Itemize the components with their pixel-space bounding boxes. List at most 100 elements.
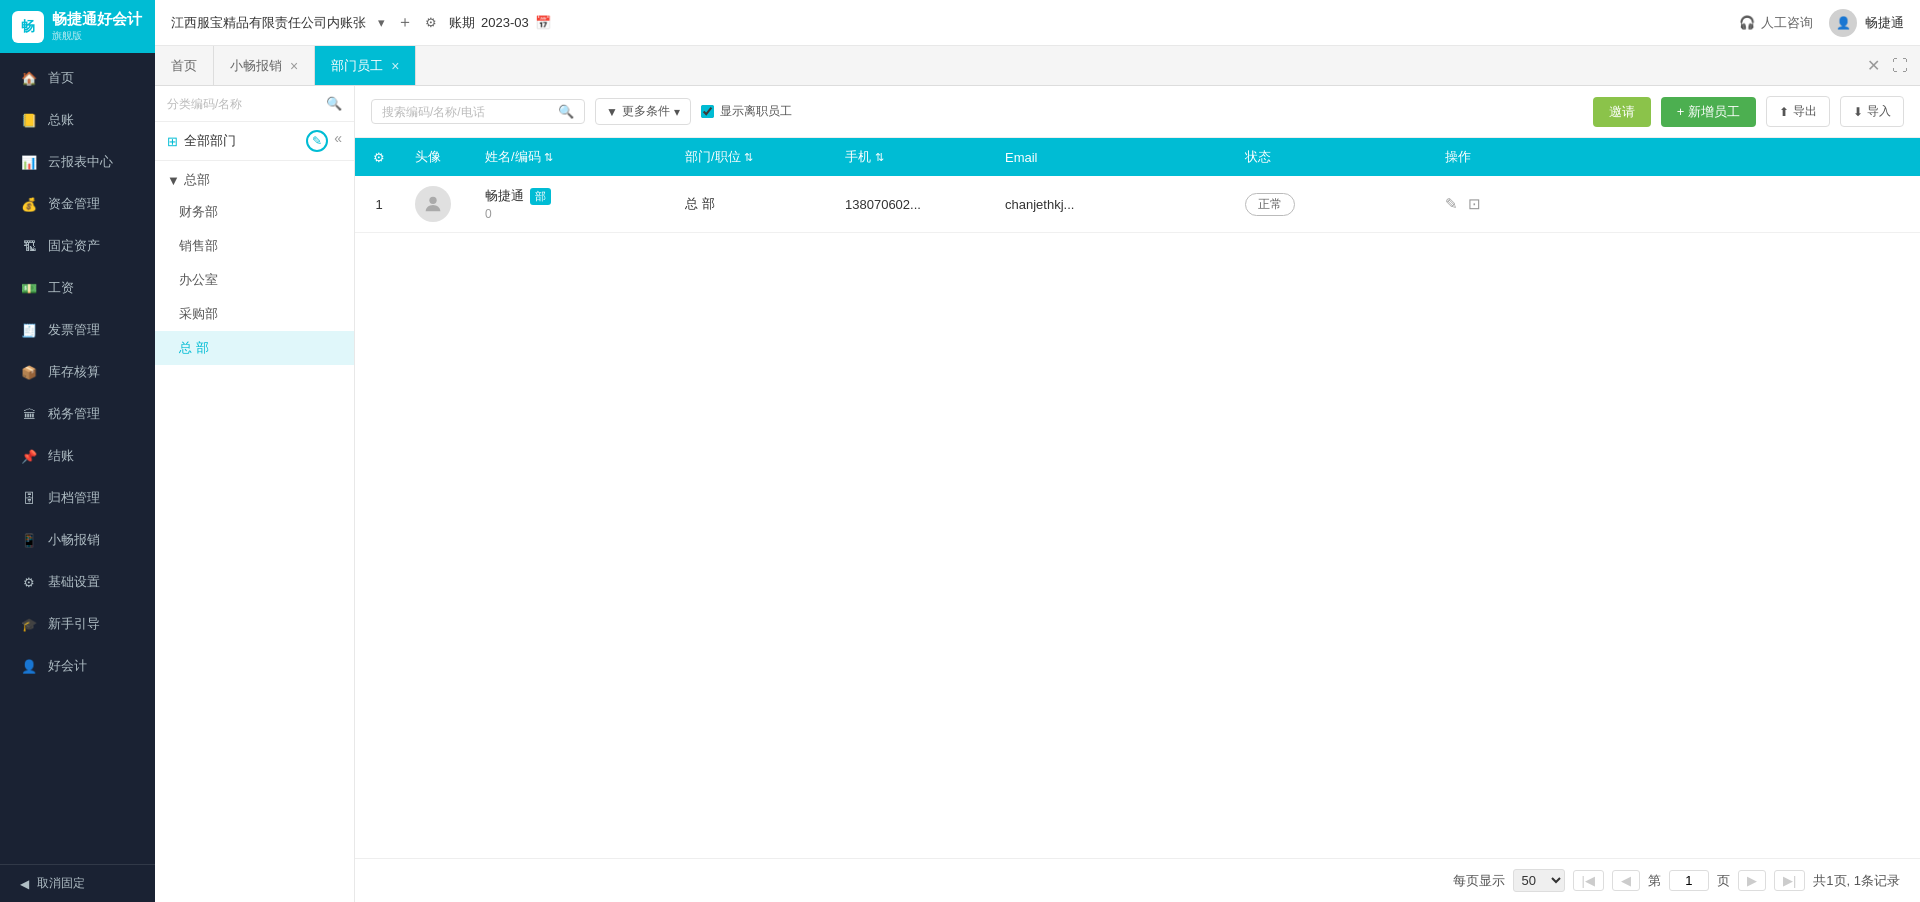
- dept-finance-label: 财务部: [179, 204, 218, 219]
- edit-icon[interactable]: ✎: [1445, 195, 1458, 213]
- dept-all-header: ⊞ 全部部门 ✎ «: [155, 122, 354, 161]
- settings-button[interactable]: ⚙: [425, 15, 437, 30]
- sidebar-item-label-invoice: 发票管理: [48, 321, 100, 339]
- tax-icon: 🏛: [20, 405, 38, 423]
- sidebar-item-account[interactable]: 👤 好会计: [0, 645, 155, 687]
- action-buttons: ✎ ⊡: [1445, 195, 1908, 213]
- company-dropdown-icon[interactable]: ▾: [378, 15, 385, 30]
- sidebar-item-payroll[interactable]: 💵 工资: [0, 267, 155, 309]
- sidebar-item-archive[interactable]: 🗄 归档管理: [0, 477, 155, 519]
- sidebar-item-home[interactable]: 🏠 首页: [0, 57, 155, 99]
- sidebar-item-label-inventory: 库存核算: [48, 363, 100, 381]
- dept-item-finance[interactable]: 财务部: [155, 195, 354, 229]
- dept-actions: ✎ «: [306, 130, 342, 152]
- tabs-bar: 首页 小畅报销 × 部门员工 × ✕ ⛶: [155, 46, 1920, 86]
- expand-tab-icon[interactable]: ⛶: [1892, 57, 1908, 75]
- employee-avatar: [415, 186, 451, 222]
- tab-xiaochangbaoxiao[interactable]: 小畅报销 ×: [214, 46, 315, 85]
- page-input[interactable]: [1669, 870, 1709, 891]
- cell-avatar: [403, 176, 473, 233]
- search-icon[interactable]: 🔍: [558, 104, 574, 119]
- page-label: 第: [1648, 872, 1661, 890]
- table-row: 1 畅捷通 部: [355, 176, 1920, 233]
- show-resigned-checkbox[interactable]: 显示离职员工: [701, 103, 792, 120]
- sidebar-item-xiaochang[interactable]: 📱 小畅报销: [0, 519, 155, 561]
- expand-icon: ▼: [167, 173, 180, 188]
- collapse-icon[interactable]: «: [334, 130, 342, 152]
- more-filter-button[interactable]: ▼ 更多条件 ▾: [595, 98, 691, 125]
- closing-icon: 📌: [20, 447, 38, 465]
- sort-dept-icon[interactable]: ⇅: [744, 151, 753, 163]
- sidebar-item-closing[interactable]: 📌 结账: [0, 435, 155, 477]
- cell-index: 1: [355, 176, 403, 233]
- sort-name-icon[interactable]: ⇅: [544, 151, 553, 163]
- inventory-icon: 📦: [20, 363, 38, 381]
- sidebar-item-invoice[interactable]: 🧾 发票管理: [0, 309, 155, 351]
- col-name[interactable]: 姓名/编码 ⇅: [473, 138, 673, 176]
- sidebar-item-basic-settings[interactable]: ⚙ 基础设置: [0, 561, 155, 603]
- add-employee-button[interactable]: + 新增员工: [1661, 97, 1756, 127]
- support-label: 人工咨询: [1761, 14, 1813, 32]
- per-page-select[interactable]: 50 20 100: [1513, 869, 1565, 892]
- add-account-button[interactable]: ＋: [397, 12, 413, 33]
- topbar: 江西服宝精品有限责任公司内账张 ▾ ＋ ⚙ 账期 2023-03 📅 🎧 人工咨…: [155, 0, 1920, 46]
- col-dept[interactable]: 部门/职位 ⇅: [673, 138, 833, 176]
- sidebar-item-tax[interactable]: 🏛 税务管理: [0, 393, 155, 435]
- dept-search-input[interactable]: [167, 97, 320, 111]
- sidebar-item-guide[interactable]: 🎓 新手引导: [0, 603, 155, 645]
- sidebar-item-capital[interactable]: 💰 资金管理: [0, 183, 155, 225]
- account-icon: 👤: [20, 657, 38, 675]
- dept-search-box[interactable]: 🔍: [155, 86, 354, 122]
- tab-home[interactable]: 首页: [155, 46, 214, 85]
- dept-item-purchase[interactable]: 采购部: [155, 297, 354, 331]
- dept-item-office[interactable]: 办公室: [155, 263, 354, 297]
- dept-item-general[interactable]: 总 部: [155, 331, 354, 365]
- tab-xiaochang-close-icon[interactable]: ×: [290, 58, 298, 74]
- first-page-button[interactable]: |◀: [1573, 870, 1604, 891]
- calendar-icon[interactable]: 📅: [535, 15, 551, 30]
- resigned-checkbox-input[interactable]: [701, 105, 714, 118]
- tabs-actions: ✕ ⛶: [1855, 56, 1920, 75]
- settings-icon: ⚙: [20, 573, 38, 591]
- chevron-down-icon: ▾: [674, 105, 680, 119]
- col-actions: 操作: [1433, 138, 1920, 176]
- sort-phone-icon[interactable]: ⇅: [875, 151, 884, 163]
- dept-parent-root[interactable]: ▼ 总部: [155, 165, 354, 195]
- prev-page-button[interactable]: ◀: [1612, 870, 1640, 891]
- user-menu[interactable]: 👤 畅捷通: [1829, 9, 1904, 37]
- tab-bumen-label: 部门员工: [331, 57, 383, 75]
- cell-email: chanjethkj...: [993, 176, 1233, 233]
- import-button[interactable]: ⬇ 导入: [1840, 96, 1904, 127]
- dept-item-sales[interactable]: 销售部: [155, 229, 354, 263]
- cancel-fixed-button[interactable]: ◀ 取消固定: [0, 864, 155, 902]
- dept-search-icon[interactable]: 🔍: [326, 96, 342, 111]
- dept-edit-button[interactable]: ✎: [306, 130, 328, 152]
- export-button[interactable]: ⬆ 导出: [1766, 96, 1830, 127]
- sidebar-item-label-guide: 新手引导: [48, 615, 100, 633]
- sidebar-item-fixed-assets[interactable]: 🏗 固定资产: [0, 225, 155, 267]
- tab-bumenrengong[interactable]: 部门员工 ×: [315, 46, 416, 85]
- guide-icon: 🎓: [20, 615, 38, 633]
- sidebar-item-label-xiaochang: 小畅报销: [48, 531, 100, 549]
- import-label: 导入: [1867, 103, 1891, 120]
- next-page-button[interactable]: ▶: [1738, 870, 1766, 891]
- invite-button[interactable]: 邀请: [1593, 97, 1651, 127]
- col-settings[interactable]: ⚙: [355, 138, 403, 176]
- dept-sales-label: 销售部: [179, 238, 218, 253]
- period-label: 账期: [449, 14, 475, 32]
- tab-bumen-close-icon[interactable]: ×: [391, 58, 399, 74]
- employee-search-input[interactable]: [382, 105, 552, 119]
- pin-icon: ◀: [20, 877, 29, 891]
- sidebar-item-inventory[interactable]: 📦 库存核算: [0, 351, 155, 393]
- logout-icon[interactable]: ⊡: [1468, 195, 1481, 213]
- employee-search-box[interactable]: 🔍: [371, 99, 585, 124]
- sidebar-item-general-ledger[interactable]: 📒 总账: [0, 99, 155, 141]
- col-phone[interactable]: 手机 ⇅: [833, 138, 993, 176]
- sidebar-item-label-reports: 云报表中心: [48, 153, 113, 171]
- close-tab-icon[interactable]: ✕: [1867, 56, 1880, 75]
- sidebar-item-label-settings: 基础设置: [48, 573, 100, 591]
- sidebar-item-reports[interactable]: 📊 云报表中心: [0, 141, 155, 183]
- support-button[interactable]: 🎧 人工咨询: [1739, 14, 1813, 32]
- last-page-button[interactable]: ▶|: [1774, 870, 1805, 891]
- tab-xiaochang-label: 小畅报销: [230, 57, 282, 75]
